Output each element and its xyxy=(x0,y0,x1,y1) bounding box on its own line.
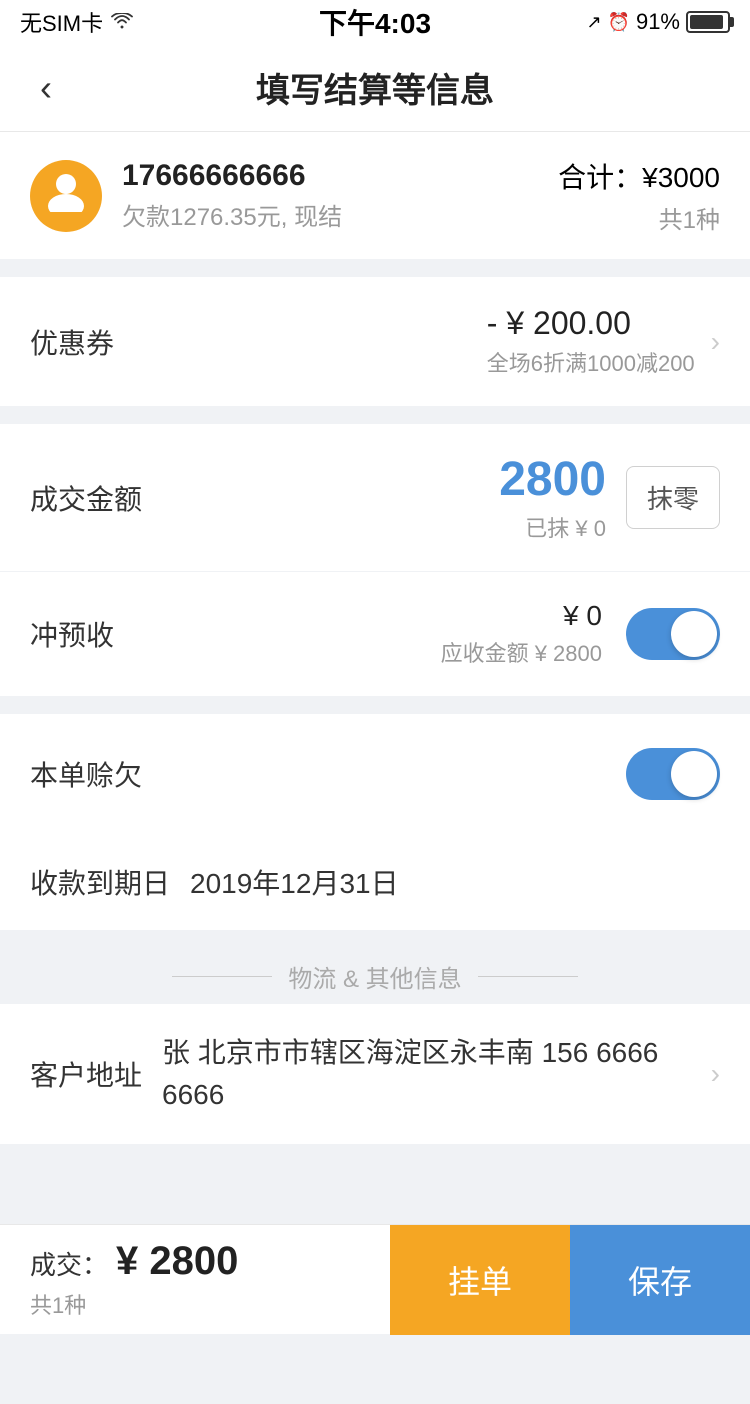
navigation-bar: ‹ 填写结算等信息 xyxy=(0,44,750,132)
total-amount: ¥3000 xyxy=(642,162,720,193)
debt-toggle-knob xyxy=(671,751,717,797)
back-button[interactable]: ‹ xyxy=(30,57,62,119)
deal-erased-label: 已抹 ¥ 0 xyxy=(525,511,606,543)
divider-2 xyxy=(0,406,750,424)
content-area: 17666666666 欠款1276.35元, 现结 合计：¥3000 共1种 … xyxy=(0,132,750,1404)
debt-section: 本单赊欠 收款到期日 2019年12月31日 xyxy=(0,714,750,930)
user-left: 17666666666 欠款1276.35元, 现结 xyxy=(30,159,342,232)
debt-row: 本单赊欠 xyxy=(0,714,750,834)
coupon-section: 优惠券 - ¥ 200.00 全场6折满1000减200 › xyxy=(0,277,750,406)
toggle-knob xyxy=(671,611,717,657)
divider-3 xyxy=(0,696,750,714)
bottom-count: 共1种 xyxy=(30,1288,360,1320)
coupon-label: 优惠券 xyxy=(30,322,114,362)
deal-amount-label: 成交金额 xyxy=(30,478,499,518)
total-label: 合计： xyxy=(558,162,642,193)
prepay-values: ¥ 0 应收金额 ¥ 2800 xyxy=(441,600,602,668)
round-button[interactable]: 抹零 xyxy=(626,466,720,529)
status-right: ↗ ⏰ 91% xyxy=(586,9,730,35)
user-info: 17666666666 欠款1276.35元, 现结 xyxy=(122,159,342,232)
due-date-label: 收款到期日 xyxy=(30,862,170,902)
prepay-right: ¥ 0 应收金额 ¥ 2800 xyxy=(441,600,720,668)
address-row[interactable]: 客户地址 张 北京市市辖区海淀区永丰南 156 6666 6666 › xyxy=(0,1004,750,1144)
save-button[interactable]: 保存 xyxy=(570,1225,750,1335)
bottom-summary: 成交： ¥ 2800 共1种 xyxy=(0,1239,390,1320)
deal-section: 成交金额 2800 已抹 ¥ 0 抹零 冲预收 ¥ 0 应收金额 ¥ 2800 xyxy=(0,424,750,696)
avatar-icon xyxy=(44,168,88,223)
total-label-amount: 合计：¥3000 xyxy=(558,156,720,196)
location-icon: ↗ xyxy=(586,12,601,33)
logistics-label: 物流 & 其他信息 xyxy=(172,959,577,994)
address-value: 张 北京市市辖区海淀区永丰南 156 6666 6666 xyxy=(162,1032,695,1116)
prepay-toggle[interactable] xyxy=(626,608,720,660)
total-count: 共1种 xyxy=(558,200,720,235)
battery-percent: 91% xyxy=(636,9,680,35)
deal-amount-row: 成交金额 2800 已抹 ¥ 0 抹零 xyxy=(0,424,750,572)
prepay-amount: ¥ 0 xyxy=(441,600,602,632)
deal-amount-value: 2800 xyxy=(499,452,606,507)
address-label: 客户地址 xyxy=(30,1054,142,1094)
chevron-right-icon: › xyxy=(711,326,720,358)
coupon-row[interactable]: 优惠券 - ¥ 200.00 全场6折满1000减200 › xyxy=(0,277,750,406)
due-date-value: 2019年12月31日 xyxy=(190,862,399,902)
battery-indicator xyxy=(686,11,730,33)
coupon-right: - ¥ 200.00 全场6折满1000减200 › xyxy=(487,305,720,378)
deal-value-area: 2800 已抹 ¥ 0 xyxy=(499,452,606,543)
address-chevron-icon: › xyxy=(711,1058,720,1090)
avatar xyxy=(30,160,102,232)
battery-fill xyxy=(690,15,723,29)
due-date-row: 收款到期日 2019年12月31日 xyxy=(0,834,750,930)
coupon-amount: - ¥ 200.00 xyxy=(487,305,695,342)
coupon-value: - ¥ 200.00 全场6折满1000减200 xyxy=(487,305,695,378)
bottom-deal: 成交： ¥ 2800 xyxy=(30,1239,360,1284)
user-card: 17666666666 欠款1276.35元, 现结 合计：¥3000 共1种 xyxy=(0,132,750,259)
prepay-row: 冲预收 ¥ 0 应收金额 ¥ 2800 xyxy=(0,572,750,696)
debt-toggle[interactable] xyxy=(626,748,720,800)
debt-label: 本单赊欠 xyxy=(30,754,626,794)
time-display: 下午4:03 xyxy=(319,2,431,42)
coupon-description: 全场6折满1000减200 xyxy=(487,346,695,378)
wifi-icon xyxy=(111,9,133,35)
user-phone: 17666666666 xyxy=(122,159,342,193)
bottom-deal-amount: ¥ 2800 xyxy=(116,1239,238,1284)
divider-4 xyxy=(0,930,750,948)
bottom-bar: 成交： ¥ 2800 共1种 挂单 保存 xyxy=(0,1224,750,1334)
user-right: 合计：¥3000 共1种 xyxy=(558,156,720,235)
divider-1 xyxy=(0,259,750,277)
status-left: 无SIM卡 xyxy=(20,6,133,38)
bottom-deal-label: 成交： xyxy=(30,1245,108,1282)
page-title: 填写结算等信息 xyxy=(256,63,494,112)
logistics-section-header: 物流 & 其他信息 xyxy=(0,948,750,1004)
status-bar: 无SIM卡 下午4:03 ↗ ⏰ 91% xyxy=(0,0,750,44)
alarm-icon: ⏰ xyxy=(608,12,630,33)
carrier-label: 无SIM卡 xyxy=(20,6,103,38)
prepay-label: 冲预收 xyxy=(30,614,441,654)
user-debt: 欠款1276.35元, 现结 xyxy=(122,197,342,232)
pending-button[interactable]: 挂单 xyxy=(390,1225,570,1335)
prepay-receivable: 应收金额 ¥ 2800 xyxy=(441,636,602,668)
